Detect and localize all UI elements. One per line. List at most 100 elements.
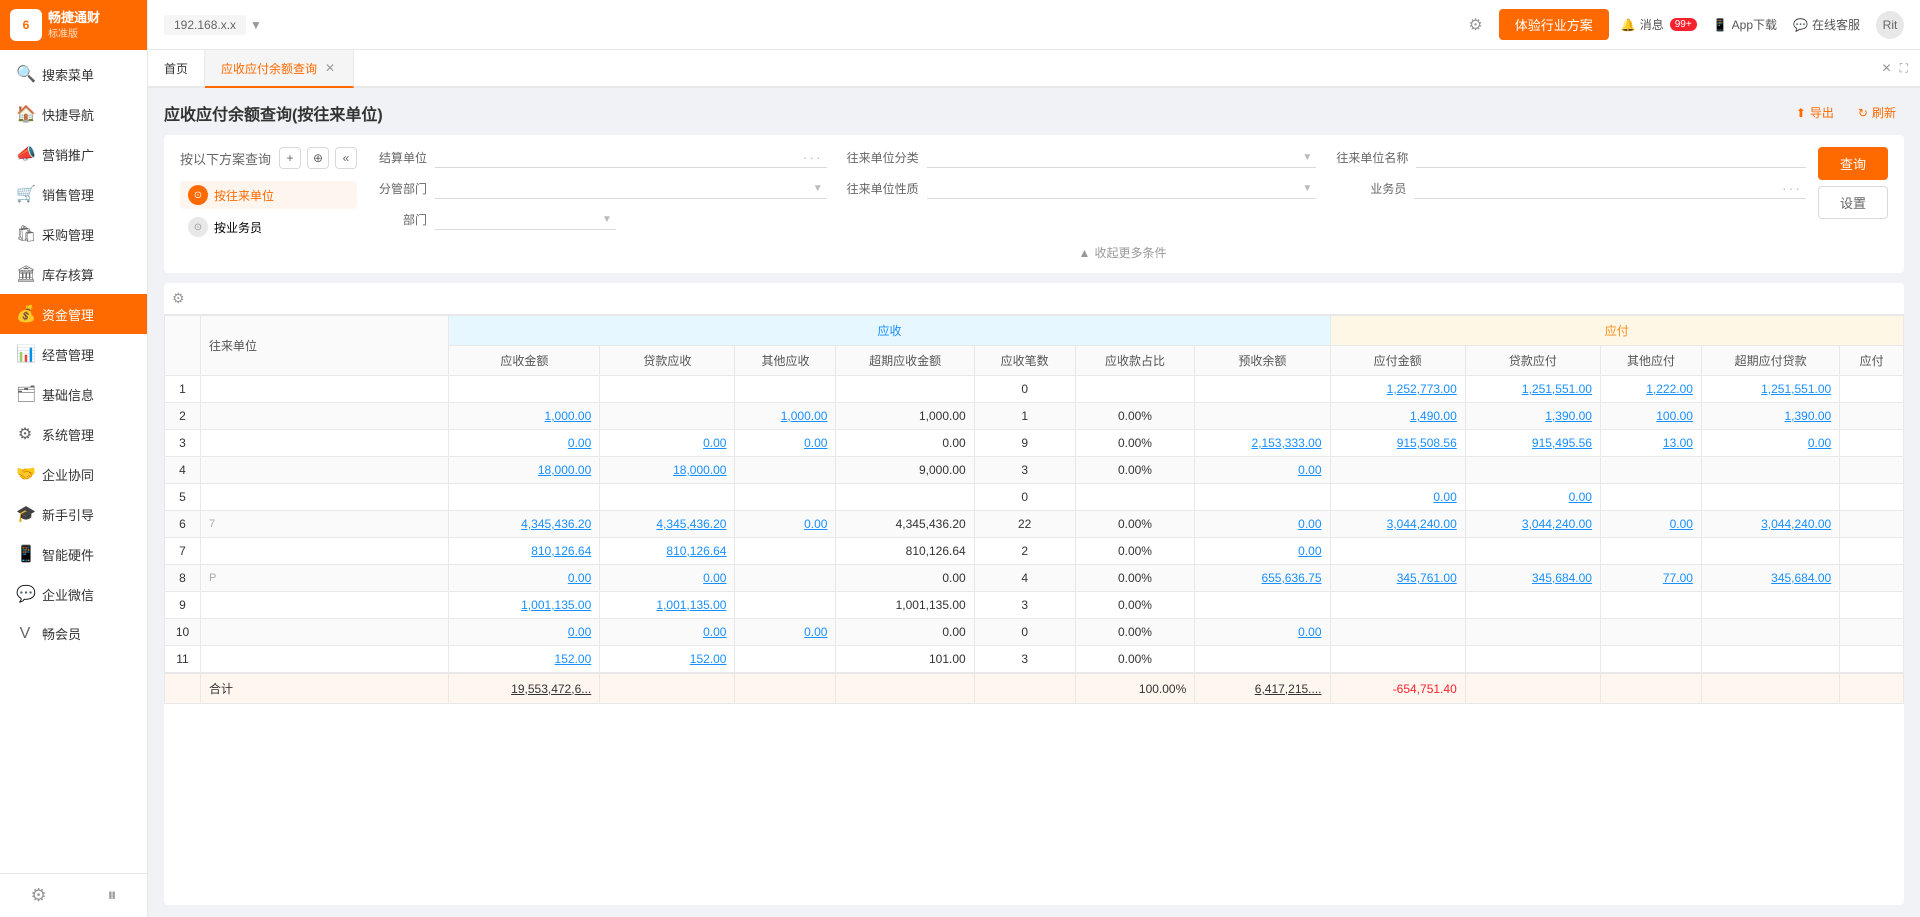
cell-link[interactable]: 0.00: [735, 619, 836, 646]
cell-link[interactable]: 0.00: [1330, 484, 1465, 511]
sidebar-item-hardware[interactable]: 📱智能硬件: [0, 534, 147, 574]
sidebar-item-wechat[interactable]: 💬企业微信: [0, 574, 147, 614]
sidebar-item-management[interactable]: 📊经营管理: [0, 334, 147, 374]
scheme-staff[interactable]: ⊙ 按业务员: [180, 213, 357, 241]
sidebar-item-enterprise[interactable]: 🤝企业协同: [0, 454, 147, 494]
sidebar-item-search[interactable]: 🔍搜索菜单: [0, 54, 147, 94]
cell-link[interactable]: 1,490.00: [1330, 403, 1465, 430]
user-avatar[interactable]: Rit: [1876, 11, 1904, 39]
field-salesperson-dots-icon[interactable]: ···: [1778, 180, 1806, 196]
sidebar-item-basicinfo[interactable]: 🗂基础信息: [0, 374, 147, 414]
footer-ar-amt[interactable]: 19,553,472,6...: [449, 673, 600, 704]
query-btn[interactable]: 查询: [1818, 147, 1888, 180]
tab-home[interactable]: 首页: [148, 50, 205, 86]
cell-link[interactable]: 100.00: [1600, 403, 1701, 430]
export-btn[interactable]: ⬆ 导出: [1788, 100, 1842, 125]
collapse-scheme-btn[interactable]: «: [335, 147, 357, 169]
cell-link[interactable]: 0.00: [1195, 457, 1330, 484]
field-dept-input[interactable]: [435, 209, 598, 229]
cell-link[interactable]: 2,153,333.00: [1195, 430, 1330, 457]
sidebar-item-purchase[interactable]: 🛍采购管理: [0, 214, 147, 254]
cell-link[interactable]: 1,390.00: [1465, 403, 1600, 430]
sidebar-item-quicknav[interactable]: 🏠快捷导航: [0, 94, 147, 134]
cell-link[interactable]: 0.00: [1465, 484, 1600, 511]
cell-link[interactable]: 0.00: [600, 565, 735, 592]
footer-ar-prepay[interactable]: 6,417,215....: [1195, 673, 1330, 704]
tab-arbalance-close-icon[interactable]: ✕: [323, 59, 337, 77]
cell-link[interactable]: 0.00: [1600, 511, 1701, 538]
online-service-btn[interactable]: 💬 在线客服: [1793, 16, 1860, 33]
field-dept-manage-input[interactable]: [435, 178, 809, 198]
cell-link[interactable]: 0.00: [449, 430, 600, 457]
sidebar-collapse-btn[interactable]: ⏸: [98, 881, 127, 910]
cell-link[interactable]: 810,126.64: [600, 538, 735, 565]
sidebar-item-member[interactable]: V畅会员: [0, 614, 147, 653]
cell-link[interactable]: 0.00: [735, 511, 836, 538]
expand-icon[interactable]: ⛶: [1900, 61, 1908, 76]
cell-link[interactable]: 1,222.00: [1600, 376, 1701, 403]
cell-link[interactable]: 77.00: [1600, 565, 1701, 592]
sidebar-item-marketing[interactable]: 📣营销推广: [0, 134, 147, 174]
app-download-btn[interactable]: 📱 App下载: [1713, 16, 1777, 33]
table-settings-icon[interactable]: ⚙: [172, 290, 185, 307]
solution-btn[interactable]: 体验行业方案: [1499, 9, 1609, 40]
cell-link[interactable]: 1,000.00: [449, 403, 600, 430]
set-btn[interactable]: 设置: [1818, 186, 1888, 219]
scheme-partner[interactable]: ⊙ 按往来单位: [180, 181, 357, 209]
field-laiwei-type-input[interactable]: [927, 147, 1299, 167]
topbar-gear-icon[interactable]: ⚙: [1464, 11, 1486, 39]
cell-link[interactable]: 0.00: [1195, 619, 1330, 646]
cell-link[interactable]: 4,345,436.20: [600, 511, 735, 538]
cell-link[interactable]: 0.00: [449, 619, 600, 646]
cell-link[interactable]: 345,684.00: [1465, 565, 1600, 592]
refresh-btn[interactable]: ↻ 刷新: [1850, 100, 1904, 125]
cell-link[interactable]: 655,636.75: [1195, 565, 1330, 592]
close-all-icon[interactable]: ✕: [1882, 61, 1892, 75]
cell-link[interactable]: 915,495.56: [1465, 430, 1600, 457]
cell-link[interactable]: 0.00: [1701, 430, 1839, 457]
cell-link[interactable]: 0.00: [735, 430, 836, 457]
cell-link[interactable]: 345,761.00: [1330, 565, 1465, 592]
cell-link[interactable]: 0.00: [449, 565, 600, 592]
cell-link[interactable]: 0.00: [600, 430, 735, 457]
cell-link[interactable]: 3,044,240.00: [1465, 511, 1600, 538]
table-wrap[interactable]: 往来单位 应收 应付 应收金额 贷款应收 其他应收 超期应收金额 应收笔数 应收…: [164, 315, 1904, 905]
cell-link[interactable]: 18,000.00: [449, 457, 600, 484]
cell-link[interactable]: 152.00: [600, 646, 735, 674]
cell-link[interactable]: 0.00: [1195, 511, 1330, 538]
collapse-btn[interactable]: ▲ 收起更多条件: [357, 244, 1888, 261]
cell-link[interactable]: 3,044,240.00: [1330, 511, 1465, 538]
sidebar-settings-btn[interactable]: ⚙: [20, 881, 56, 910]
cell-link[interactable]: 1,000.00: [735, 403, 836, 430]
cell-link[interactable]: 4,345,436.20: [449, 511, 600, 538]
cell-link[interactable]: 152.00: [449, 646, 600, 674]
sidebar-item-finance[interactable]: 💰资金管理: [0, 294, 147, 334]
field-laiwei-nature-input[interactable]: [927, 178, 1299, 198]
cell-link[interactable]: 345,684.00: [1701, 565, 1839, 592]
cell-link[interactable]: 13.00: [1600, 430, 1701, 457]
edit-scheme-btn[interactable]: ⊕: [307, 147, 329, 169]
cell-link[interactable]: 915,508.56: [1330, 430, 1465, 457]
cell-link[interactable]: 1,001,135.00: [600, 592, 735, 619]
sidebar-item-guide[interactable]: 🎓新手引导: [0, 494, 147, 534]
cell-link[interactable]: 1,390.00: [1701, 403, 1839, 430]
cell-link[interactable]: 1,251,551.00: [1465, 376, 1600, 403]
sidebar-item-inventory[interactable]: 🏛库存核算: [0, 254, 147, 294]
add-scheme-btn[interactable]: +: [279, 147, 301, 169]
cell-link[interactable]: 1,251,551.00: [1701, 376, 1839, 403]
cell-link[interactable]: 0.00: [1195, 538, 1330, 565]
cell-link[interactable]: 0.00: [600, 619, 735, 646]
cell-link[interactable]: 1,001,135.00: [449, 592, 600, 619]
field-jiesuan-dots-icon[interactable]: ···: [799, 149, 827, 165]
field-jiesuan-input[interactable]: [435, 147, 799, 167]
field-salesperson-input[interactable]: [1414, 178, 1778, 198]
cell-link[interactable]: 1,252,773.00: [1330, 376, 1465, 403]
sidebar-item-system[interactable]: ⚙系统管理: [0, 414, 147, 454]
cell-link[interactable]: 3,044,240.00: [1701, 511, 1839, 538]
sidebar-item-sales[interactable]: 🛒销售管理: [0, 174, 147, 214]
cell-link[interactable]: 810,126.64: [449, 538, 600, 565]
notification-btn[interactable]: 🔔 消息 99+: [1621, 16, 1697, 33]
tab-arbalance[interactable]: 应收应付余额查询 ✕: [205, 50, 354, 88]
cell-link[interactable]: 18,000.00: [600, 457, 735, 484]
field-laiwei-name-input[interactable]: [1416, 147, 1806, 167]
